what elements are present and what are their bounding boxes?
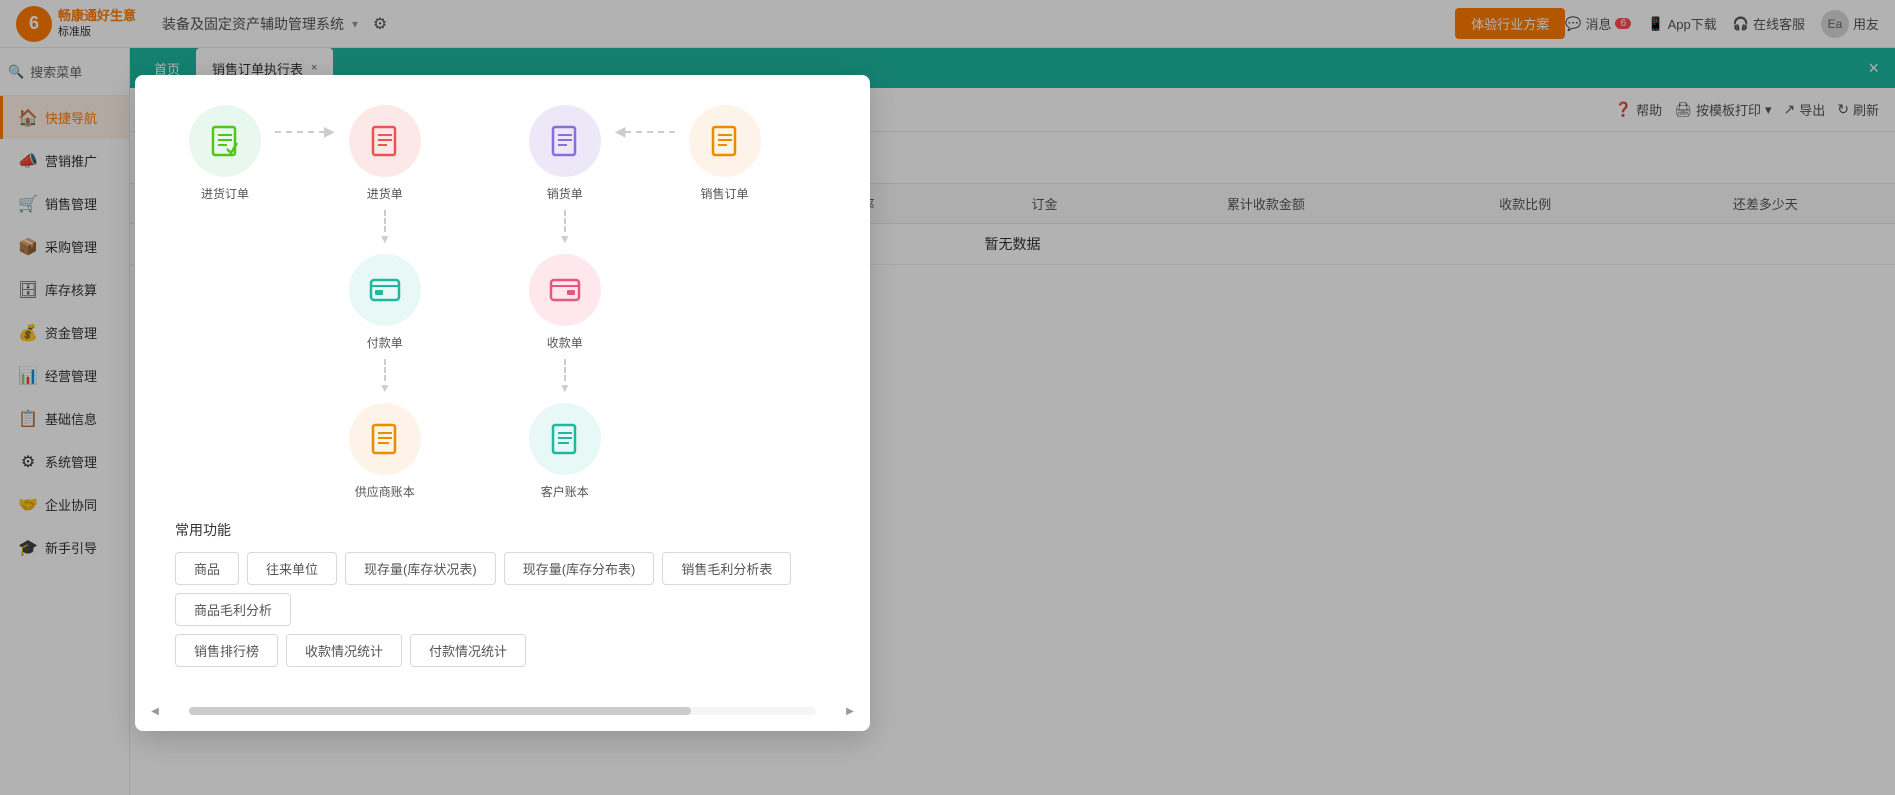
flow-node-customer-account[interactable]: 客户账本 [515,403,615,500]
func-btn-sales-rank[interactable]: 销售排行榜 [175,634,278,667]
flow-node-receipt[interactable]: 收款单 [515,254,615,351]
quick-nav-modal: 进货订单 ▶ 进货单 [135,75,870,731]
flow-node-sales-order[interactable]: 销售订单 [675,105,775,202]
func-btn-stock-status[interactable]: 现存量(库存状况表) [345,552,496,585]
arrow-purchase-bill-down: ▼ [379,210,391,246]
func-btn-product[interactable]: 商品 [175,552,239,585]
func-btn-product-gross[interactable]: 商品毛利分析 [175,593,291,626]
flow-col-sales-order: 销售订单 [675,105,775,202]
flow-node-payment[interactable]: 付款单 [335,254,435,351]
modal-scrollbar-thumb [189,707,691,715]
func-btn-sales-gross[interactable]: 销售毛利分析表 [662,552,791,585]
purchase-order-icon [189,105,261,177]
scroll-right-arrow[interactable]: ▶ [842,703,858,719]
receipt-label: 收款单 [547,334,583,351]
func-buttons-row1: 商品 往来单位 现存量(库存状况表) 现存量(库存分布表) 销售毛利分析表 商品… [175,552,830,626]
flow-col-sales-bill: 销货单 ▼ 收款单 [515,105,615,500]
arrow-sales-order-to-bill: ◀ [615,105,675,140]
func-btn-stock-dist[interactable]: 现存量(库存分布表) [504,552,655,585]
common-functions-area: 常用功能 商品 往来单位 现存量(库存状况表) 现存量(库存分布表) 销售毛利分… [135,520,870,695]
sales-order-icon [689,105,761,177]
modal-scrollbar[interactable] [189,707,816,715]
receipt-icon [529,254,601,326]
supplier-account-icon [349,403,421,475]
flow-col-purchase-bill: 进货单 ▼ 付款单 [335,105,435,500]
purchase-bill-icon [349,105,421,177]
func-buttons-row2: 销售排行榜 收款情况统计 付款情况统计 [175,634,830,667]
arrow-sales-bill-down: ▼ [559,210,571,246]
sales-bill-label: 销货单 [547,185,583,202]
sales-order-label: 销售订单 [701,185,749,202]
payment-label: 付款单 [367,334,403,351]
payment-icon [349,254,421,326]
modal-scrollbar-area: ◀ ▶ [135,695,870,731]
arrow-payment-down: ▼ [379,359,391,395]
flow-node-purchase-bill[interactable]: 进货单 [335,105,435,202]
flow-node-purchase-order[interactable]: 进货订单 [175,105,275,202]
flow-diagram-area: 进货订单 ▶ 进货单 [135,75,870,520]
customer-account-icon [529,403,601,475]
flow-col-purchase-order: 进货订单 [175,105,275,202]
common-functions-title: 常用功能 [175,520,830,540]
arrow-purchase-to-bill: ▶ [275,105,335,140]
purchase-order-label: 进货订单 [201,185,249,202]
arrow-receipt-down: ▼ [559,359,571,395]
purchase-bill-label: 进货单 [367,185,403,202]
func-btn-contacts[interactable]: 往来单位 [247,552,337,585]
func-btn-payment-stats[interactable]: 付款情况统计 [410,634,526,667]
flow-node-sales-bill[interactable]: 销货单 [515,105,615,202]
flow-node-supplier-account[interactable]: 供应商账本 [335,403,435,500]
scroll-left-arrow[interactable]: ◀ [147,703,163,719]
customer-account-label: 客户账本 [541,483,589,500]
supplier-account-label: 供应商账本 [355,483,415,500]
modal-overlay[interactable]: 进货订单 ▶ 进货单 [0,0,1895,795]
sales-bill-icon [529,105,601,177]
func-btn-receipt-stats[interactable]: 收款情况统计 [286,634,402,667]
